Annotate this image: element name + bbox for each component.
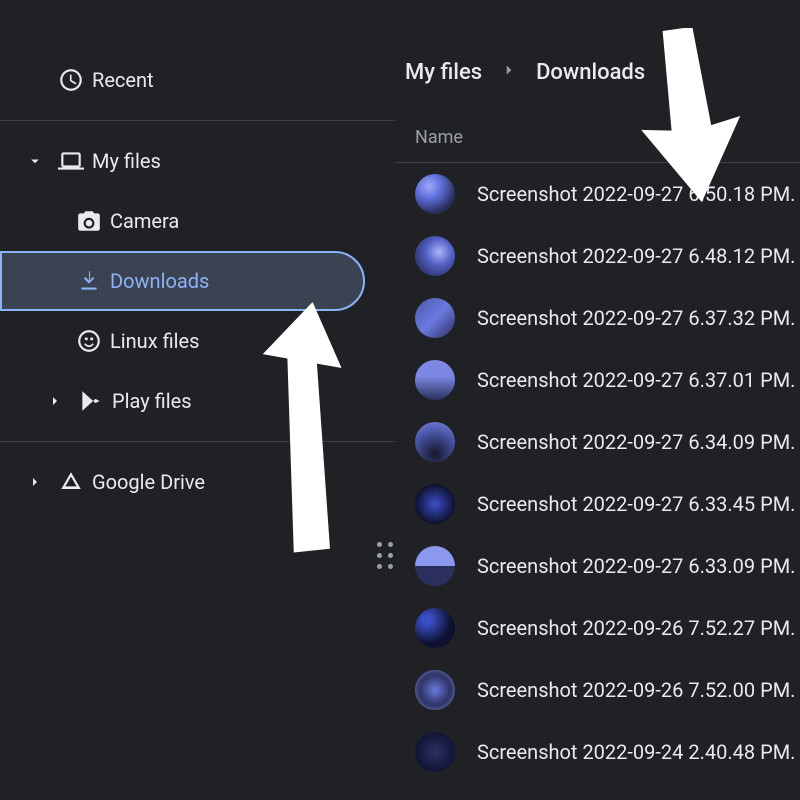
pane-resize-handle[interactable]: [377, 542, 394, 570]
google-drive-icon: [50, 469, 92, 495]
file-row[interactable]: Screenshot 2022-09-26 7.52.27 PM.: [395, 597, 800, 659]
chevron-down-icon: [20, 152, 50, 170]
file-row[interactable]: Screenshot 2022-09-27 6.37.32 PM.: [395, 287, 800, 349]
file-row[interactable]: Screenshot 2022-09-27 6.33.09 PM.: [395, 535, 800, 597]
sidebar-item-google-drive[interactable]: Google Drive: [0, 452, 395, 512]
sidebar-item-label: Google Drive: [92, 470, 395, 494]
sidebar-item-recent[interactable]: Recent: [0, 50, 395, 110]
file-list: Screenshot 2022-09-27 6.50.18 PM. Screen…: [395, 163, 800, 783]
file-name: Screenshot 2022-09-26 7.52.00 PM.: [477, 678, 795, 702]
sidebar-item-label: Recent: [92, 68, 395, 92]
main-panel: My files Downloads Name Screenshot 2022-…: [395, 0, 800, 800]
sidebar-item-label: Linux files: [110, 329, 395, 353]
file-thumbnail: [415, 360, 455, 400]
linux-icon: [68, 328, 110, 354]
play-store-icon: [70, 388, 112, 414]
breadcrumb-current: Downloads: [536, 60, 645, 85]
file-name: Screenshot 2022-09-27 6.34.09 PM.: [477, 430, 795, 454]
breadcrumb: My files Downloads: [395, 50, 800, 113]
file-thumbnail: [415, 732, 455, 772]
file-thumbnail: [415, 484, 455, 524]
clock-icon: [50, 67, 92, 93]
file-row[interactable]: Screenshot 2022-09-26 7.52.00 PM.: [395, 659, 800, 721]
sidebar-item-downloads[interactable]: Downloads: [0, 251, 365, 311]
sidebar-item-play-files[interactable]: Play files: [0, 371, 395, 431]
laptop-icon: [50, 148, 92, 174]
chevron-right-icon: [500, 60, 518, 85]
file-row[interactable]: Screenshot 2022-09-27 6.37.01 PM.: [395, 349, 800, 411]
sidebar-item-linux-files[interactable]: Linux files: [0, 311, 395, 371]
file-thumbnail: [415, 174, 455, 214]
breadcrumb-root[interactable]: My files: [405, 60, 482, 85]
sidebar-item-camera[interactable]: Camera: [0, 191, 395, 251]
file-thumbnail: [415, 236, 455, 276]
file-row[interactable]: Screenshot 2022-09-24 2.40.48 PM.: [395, 721, 800, 783]
file-thumbnail: [415, 298, 455, 338]
divider: [0, 441, 395, 442]
sidebar-item-label: Play files: [112, 389, 395, 413]
file-thumbnail: [415, 546, 455, 586]
file-row[interactable]: Screenshot 2022-09-27 6.48.12 PM.: [395, 225, 800, 287]
file-row[interactable]: Screenshot 2022-09-27 6.50.18 PM.: [395, 163, 800, 225]
column-header-name[interactable]: Name: [395, 113, 800, 163]
file-name: Screenshot 2022-09-27 6.48.12 PM.: [477, 244, 795, 268]
file-thumbnail: [415, 608, 455, 648]
divider: [0, 120, 395, 121]
file-name: Screenshot 2022-09-26 7.52.27 PM.: [477, 616, 795, 640]
file-row[interactable]: Screenshot 2022-09-27 6.34.09 PM.: [395, 411, 800, 473]
file-thumbnail: [415, 422, 455, 462]
download-icon: [68, 268, 110, 294]
file-name: Screenshot 2022-09-27 6.37.32 PM.: [477, 306, 795, 330]
file-name: Screenshot 2022-09-27 6.50.18 PM.: [477, 182, 795, 206]
sidebar-item-label: My files: [92, 149, 395, 173]
file-name: Screenshot 2022-09-27 6.37.01 PM.: [477, 368, 795, 392]
file-thumbnail: [415, 670, 455, 710]
sidebar: Recent My files Camera Downloads: [0, 0, 395, 800]
file-row[interactable]: Screenshot 2022-09-27 6.33.45 PM.: [395, 473, 800, 535]
file-name: Screenshot 2022-09-24 2.40.48 PM.: [477, 740, 795, 764]
chevron-right-icon: [20, 474, 50, 490]
sidebar-item-label: Camera: [110, 209, 395, 233]
camera-icon: [68, 208, 110, 234]
sidebar-item-my-files[interactable]: My files: [0, 131, 395, 191]
sidebar-item-label: Downloads: [110, 269, 363, 293]
file-name: Screenshot 2022-09-27 6.33.09 PM.: [477, 554, 795, 578]
file-name: Screenshot 2022-09-27 6.33.45 PM.: [477, 492, 795, 516]
chevron-right-icon: [40, 393, 70, 409]
